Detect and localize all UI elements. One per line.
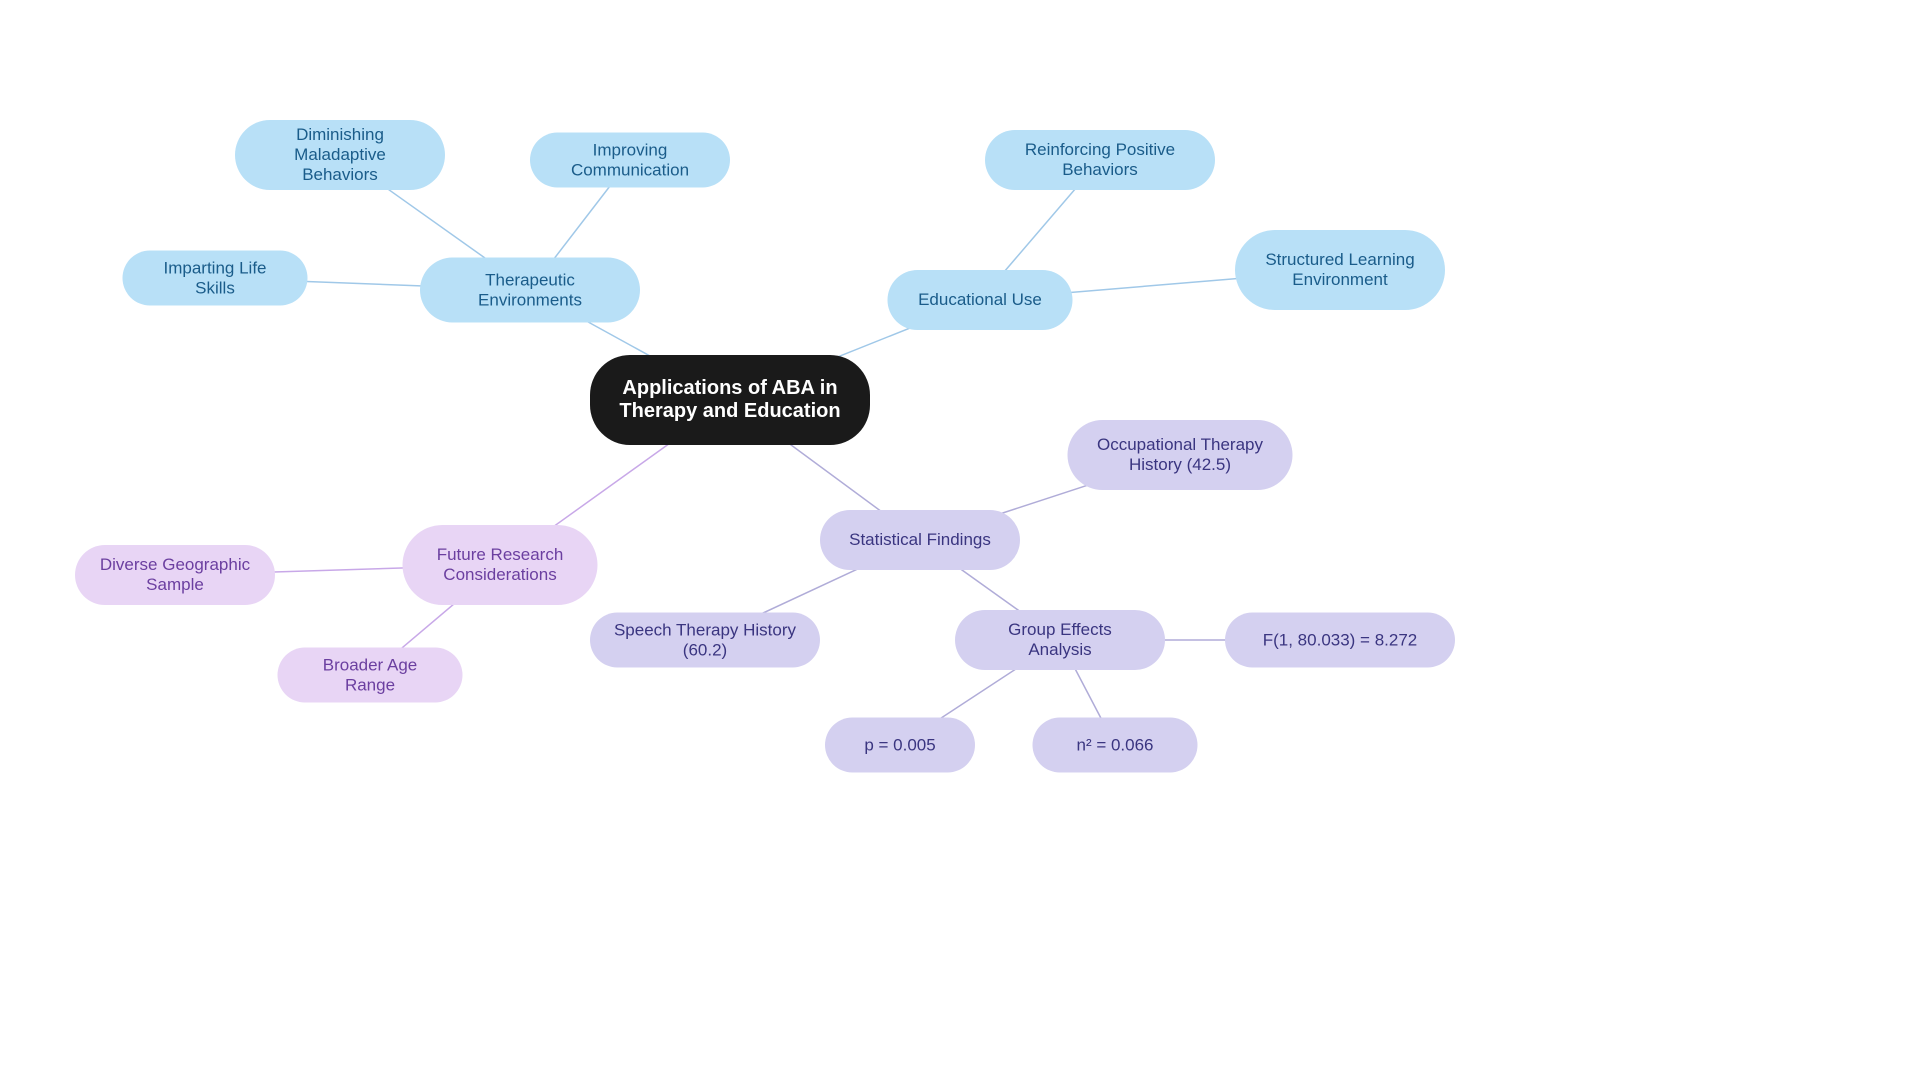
structured-node[interactable]: Structured Learning Environment <box>1235 230 1445 310</box>
imparting-node[interactable]: Imparting Life Skills <box>123 251 308 306</box>
improving-node[interactable]: Improving Communication <box>530 133 730 188</box>
mindmap-container: Applications of ABA in Therapy and Educa… <box>0 0 1920 1083</box>
group-node[interactable]: Group Effects Analysis <box>955 610 1165 670</box>
center-node[interactable]: Applications of ABA in Therapy and Educa… <box>590 355 870 445</box>
therapeutic-node[interactable]: Therapeutic Environments <box>420 258 640 323</box>
broader-node[interactable]: Broader Age Range <box>278 648 463 703</box>
statistical-node[interactable]: Statistical Findings <box>820 510 1020 570</box>
eta-node[interactable]: n² = 0.066 <box>1033 718 1198 773</box>
occupational-node[interactable]: Occupational Therapy History (42.5) <box>1068 420 1293 490</box>
fstat-node[interactable]: F(1, 80.033) = 8.272 <box>1225 613 1455 668</box>
future-node[interactable]: Future Research Considerations <box>403 525 598 605</box>
educational-node[interactable]: Educational Use <box>888 270 1073 330</box>
speech-node[interactable]: Speech Therapy History (60.2) <box>590 613 820 668</box>
reinforcing-node[interactable]: Reinforcing Positive Behaviors <box>985 130 1215 190</box>
diverse-node[interactable]: Diverse Geographic Sample <box>75 545 275 605</box>
diminishing-node[interactable]: Diminishing Maladaptive Behaviors <box>235 120 445 190</box>
pvalue-node[interactable]: p = 0.005 <box>825 718 975 773</box>
